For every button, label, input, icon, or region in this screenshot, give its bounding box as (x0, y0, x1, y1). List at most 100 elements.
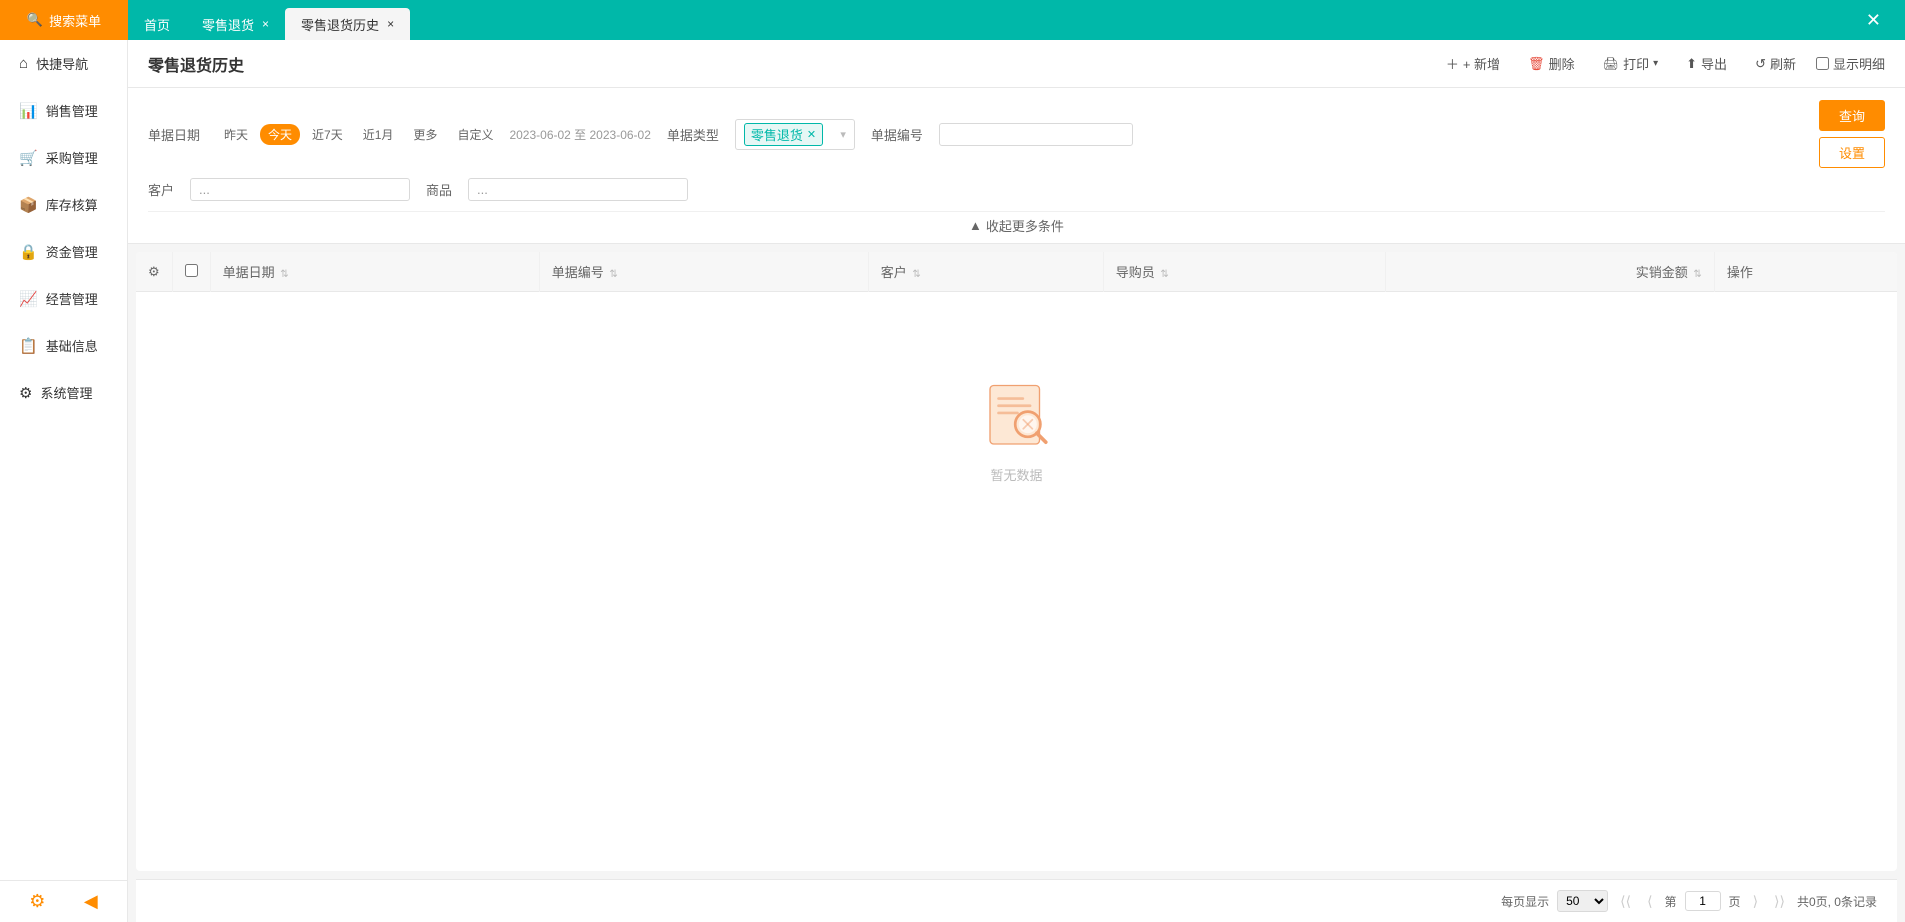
search-icon: 🔍 (27, 12, 43, 28)
query-button[interactable]: 查询 (1819, 100, 1885, 131)
new-icon: ＋ (1446, 54, 1459, 73)
new-button[interactable]: ＋ + 新增 (1438, 50, 1508, 77)
sidebar-item-operations[interactable]: 📈经营管理 (0, 275, 127, 322)
delete-button[interactable]: 🗑 删除 (1520, 50, 1583, 77)
export-label: 导出 (1701, 54, 1727, 73)
tab-close-retail-return-history[interactable]: × (387, 17, 394, 31)
sort-guide-icon: ⇅ (1160, 269, 1168, 280)
collapse-label: 收起更多条件 (986, 216, 1064, 235)
content-area: 零售退货历史 ＋ + 新增 🗑 删除 🖨 打印 ▾ ⬆ 导出 (128, 40, 1905, 922)
th-action: 操作 (1714, 252, 1897, 292)
sort-customer-icon: ⇅ (912, 269, 920, 280)
sidebar: ⌂ 快捷导航 📊销售管理 🛒 采购管理 📦库存核算🔒资金管理📈经营管理📋基础信息 ⚙ 系统管理… (0, 40, 128, 922)
sidebar-label-purchase: 采购管理 (46, 148, 98, 167)
first-page-btn[interactable]: ⟨⟨ (1616, 891, 1635, 912)
sidebar-item-finance[interactable]: 🔒资金管理 (0, 228, 127, 275)
tab-close-retail-return[interactable]: × (262, 17, 269, 31)
collapse-sidebar-icon[interactable]: ◀ (84, 891, 98, 912)
th-checkbox[interactable] (172, 252, 210, 292)
date-filters: 昨天 今天 近7天 近1月 更多 自定义 2023-06-02 至 2023-0… (216, 124, 651, 145)
export-button[interactable]: ⬆ 导出 (1678, 50, 1735, 77)
sidebar-icon-operations: 📈 (19, 290, 38, 308)
tab-retail-return-history[interactable]: 零售退货历史× (285, 8, 410, 40)
customer-select[interactable]: ... (190, 178, 410, 201)
next-page-btn[interactable]: ⟩ (1749, 891, 1762, 912)
sidebar-item-purchase[interactable]: 🛒 采购管理 (0, 134, 127, 181)
doc-number-input[interactable] (939, 123, 1133, 146)
page-unit: 页 (1729, 893, 1741, 910)
goods-filter-label: 商品 (426, 180, 452, 199)
th-guide[interactable]: 导购员 ⇅ (1103, 252, 1385, 292)
doc-number-label: 单据编号 (871, 125, 923, 144)
tab-retail-return[interactable]: 零售退货 × (186, 8, 285, 40)
show-details-input[interactable] (1816, 57, 1829, 70)
tab-label-home: 首页 (144, 15, 170, 34)
top-bar-right: ✕ (1858, 10, 1905, 31)
date-btn-7days[interactable]: 近7天 (304, 124, 351, 145)
collapse-icon: ▲ (969, 218, 982, 233)
tab-home[interactable]: 首页 (128, 8, 186, 40)
refresh-icon: ↺ (1755, 56, 1766, 72)
page-header: 零售退货历史 ＋ + 新增 🗑 删除 🖨 打印 ▾ ⬆ 导出 (128, 40, 1905, 88)
refresh-button[interactable]: ↺ 刷新 (1747, 50, 1804, 77)
sidebar-icon-quick-nav: ⌂ (19, 55, 28, 72)
prev-page-btn[interactable]: ⟨ (1643, 891, 1656, 912)
print-button[interactable]: 🖨 打印 ▾ (1595, 50, 1667, 77)
sidebar-label-quick-nav: 快捷导航 (36, 54, 88, 73)
per-page-select[interactable]: 50 20 100 (1557, 890, 1608, 912)
search-area[interactable]: 🔍 搜索菜单 (0, 0, 128, 40)
doc-type-select[interactable]: 零售退货 ✕ ▾ (735, 119, 855, 150)
settings-button[interactable]: 设置 (1819, 137, 1885, 168)
window-close-icon[interactable]: ✕ (1858, 10, 1889, 30)
print-dropdown-icon: ▾ (1653, 58, 1658, 69)
show-details-checkbox[interactable]: 显示明细 (1816, 54, 1885, 73)
last-page-btn[interactable]: ⟩⟩ (1770, 891, 1789, 912)
sidebar-label-basic-info: 基础信息 (46, 336, 98, 355)
tab-label-retail-return: 零售退货 (202, 15, 254, 34)
date-btn-1month[interactable]: 近1月 (355, 124, 402, 145)
th-doc-number[interactable]: 单据编号 ⇅ (539, 252, 868, 292)
filter-row-1: 单据日期 昨天 今天 近7天 近1月 更多 自定义 2023-06-02 至 2… (148, 100, 1885, 168)
tabs-area: 首页零售退货×零售退货历史× (128, 0, 1858, 40)
page-number-input[interactable]: 1 (1685, 891, 1721, 911)
doc-type-tag-close[interactable]: ✕ (807, 128, 816, 141)
sidebar-item-quick-nav[interactable]: ⌂ 快捷导航 (0, 40, 127, 87)
new-label: + 新增 (1463, 54, 1500, 73)
date-btn-yesterday[interactable]: 昨天 (216, 124, 256, 145)
date-btn-custom[interactable]: 自定义 (449, 124, 501, 145)
empty-text: 暂无数据 (990, 465, 1042, 484)
main-layout: ⌂快捷导航📊销售管理🛒采购管理📦库存核算🔒资金管理📈经营管理📋基础信息⚙系统管理… (0, 40, 1905, 922)
sidebar-item-system[interactable]: ⚙ 系统管理 (0, 369, 127, 416)
sidebar-item-sales[interactable]: 📊销售管理 (0, 87, 127, 134)
sidebar-icon-purchase: 🛒 (19, 149, 38, 167)
settings-bottom-icon[interactable]: ⚙ (29, 891, 45, 912)
sidebar-item-basic-info[interactable]: 📋基础信息 (0, 322, 127, 369)
page-label: 第 (1665, 893, 1677, 910)
select-all-checkbox[interactable] (185, 264, 198, 277)
date-range-display: 2023-06-02 至 2023-06-02 (509, 126, 650, 143)
sidebar-icon-system: ⚙ (19, 384, 32, 402)
collapse-filter-btn[interactable]: ▲ 收起更多条件 (148, 211, 1885, 239)
th-amount[interactable]: 实销金额 ⇅ (1385, 252, 1714, 292)
empty-illustration (972, 372, 1062, 465)
header-actions: ＋ + 新增 🗑 删除 🖨 打印 ▾ ⬆ 导出 ↺ (1438, 50, 1885, 77)
sort-doc-date-icon: ⇅ (280, 269, 288, 280)
data-table: ⚙ 单据日期 ⇅ 单据编号 ⇅ 客户 ⇅ 导购员 ⇅ 实销金额 ⇅ 操作 (136, 252, 1897, 564)
sidebar-label-system: 系统管理 (40, 383, 92, 402)
th-settings[interactable]: ⚙ (136, 252, 172, 292)
th-doc-date[interactable]: 单据日期 ⇅ (210, 252, 539, 292)
date-btn-more[interactable]: 更多 (405, 124, 445, 145)
date-btn-today[interactable]: 今天 (260, 124, 300, 145)
goods-select[interactable]: ... (468, 178, 688, 201)
sidebar-label-sales: 销售管理 (46, 101, 98, 120)
th-customer[interactable]: 客户 ⇅ (868, 252, 1103, 292)
pagination: 每页显示 50 20 100 ⟨⟨ ⟨ 第 1 页 ⟩ ⟩⟩ 共0页, 0条记录 (136, 879, 1897, 922)
sort-doc-number-icon: ⇅ (609, 269, 617, 280)
table-area: ⚙ 单据日期 ⇅ 单据编号 ⇅ 客户 ⇅ 导购员 ⇅ 实销金额 ⇅ 操作 (136, 252, 1897, 871)
delete-label: 删除 (1549, 54, 1575, 73)
print-label: 打印 (1623, 54, 1649, 73)
date-filter-label: 单据日期 (148, 125, 200, 144)
sidebar-item-inventory[interactable]: 📦库存核算 (0, 181, 127, 228)
sort-amount-icon: ⇅ (1693, 269, 1701, 280)
doc-type-tag: 零售退货 ✕ (744, 123, 823, 146)
